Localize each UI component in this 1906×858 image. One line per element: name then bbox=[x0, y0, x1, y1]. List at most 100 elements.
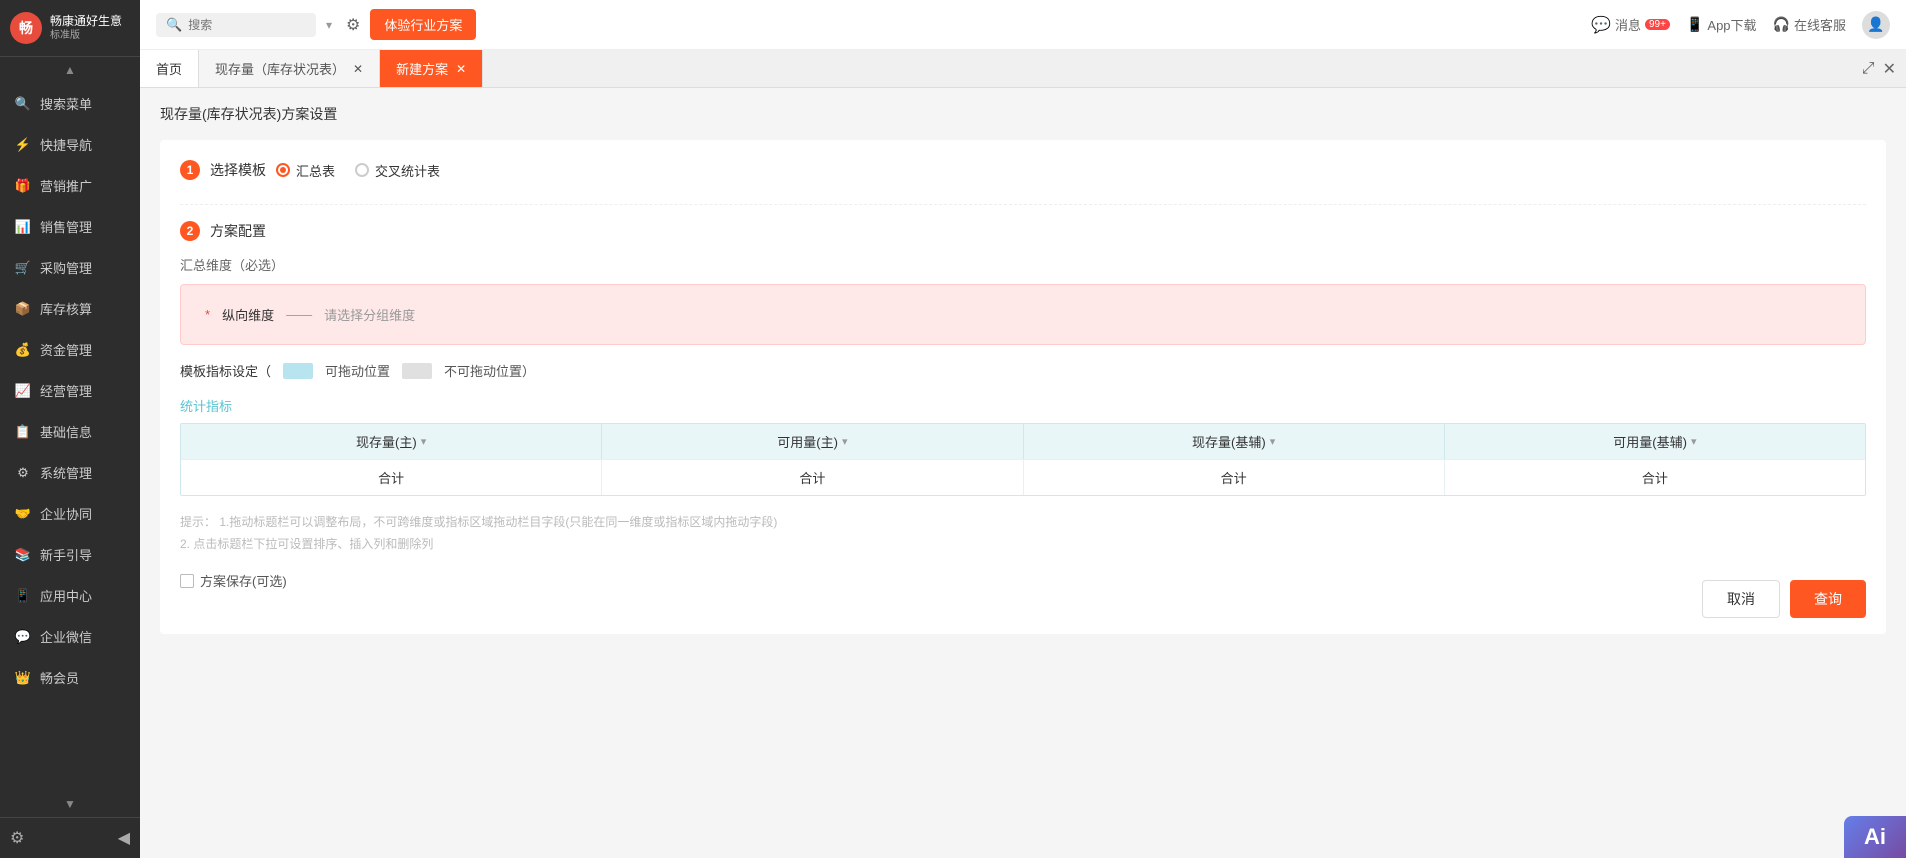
message-badge: 99+ bbox=[1645, 19, 1670, 30]
section2-title: 方案配置 bbox=[210, 221, 266, 241]
settings-icon[interactable]: ⚙ bbox=[10, 828, 24, 848]
dim-placeholder[interactable]: 请选择分组维度 bbox=[324, 305, 415, 324]
service-btn[interactable]: 🎧 在线客服 bbox=[1773, 15, 1846, 34]
radio-summary[interactable]: 汇总表 bbox=[276, 161, 335, 180]
stats-col-3[interactable]: 可用量(基辅) ▾ bbox=[1445, 424, 1865, 459]
col2-chevron-icon: ▾ bbox=[1270, 435, 1276, 448]
trial-btn[interactable]: 体验行业方案 bbox=[370, 9, 476, 40]
chevron-down-icon[interactable]: ▼ bbox=[64, 795, 76, 813]
vip-icon: 👑 bbox=[14, 669, 32, 687]
col1-chevron-icon: ▾ bbox=[842, 435, 848, 448]
sidebar-item-sales[interactable]: 📊 销售管理 bbox=[0, 206, 140, 247]
tab-home[interactable]: 首页 bbox=[140, 50, 199, 87]
required-mark: * bbox=[205, 307, 210, 322]
search-icon: 🔍 bbox=[14, 95, 32, 113]
tab-inventory-close-icon[interactable]: ✕ bbox=[353, 62, 363, 76]
app-icon: 📱 bbox=[1686, 16, 1703, 33]
section1-num: 1 bbox=[180, 160, 200, 180]
tab-inventory[interactable]: 现存量（库存状况表） ✕ bbox=[199, 50, 380, 87]
tab-new-plan-close-icon[interactable]: ✕ bbox=[456, 62, 466, 76]
section-template: 1 选择模板 汇总表 交叉统计表 bbox=[180, 160, 1866, 180]
tabbar: 首页 现存量（库存状况表） ✕ 新建方案 ✕ ⤢ ✕ bbox=[140, 50, 1906, 88]
logo-text: 畅康通好生意 标准版 bbox=[50, 14, 122, 43]
dim-label: 纵向维度 bbox=[222, 305, 274, 324]
col0-chevron-icon: ▾ bbox=[421, 435, 427, 448]
stats-header-row: 现存量(主) ▾ 可用量(主) ▾ 现存量(基辅) ▾ bbox=[181, 424, 1865, 459]
sidebar-item-shortcut[interactable]: ⚡ 快捷导航 bbox=[0, 124, 140, 165]
expand-icon[interactable]: ⤢ bbox=[1862, 60, 1875, 78]
stats-data-1: 合计 bbox=[602, 460, 1023, 495]
sidebar-item-finance[interactable]: 💰 资金管理 bbox=[0, 329, 140, 370]
cancel-button[interactable]: 取消 bbox=[1702, 580, 1780, 618]
app-download-btn[interactable]: 📱 App下载 bbox=[1686, 15, 1757, 34]
sidebar-item-guide[interactable]: 📚 新手引导 bbox=[0, 534, 140, 575]
sidebar-item-appstore[interactable]: 📱 应用中心 bbox=[0, 575, 140, 616]
user-avatar[interactable]: 👤 bbox=[1862, 11, 1890, 39]
search-bar[interactable]: 🔍 bbox=[156, 13, 316, 37]
system-icon: ⚙ bbox=[14, 464, 32, 482]
template-radio-group: 汇总表 交叉统计表 bbox=[276, 161, 440, 180]
sales-icon: 📊 bbox=[14, 218, 32, 236]
section-config: 2 方案配置 汇总维度（必选） * 纵向维度 —— 请选择分组维度 模板指标设定… bbox=[180, 221, 1866, 590]
sidebar-item-contract[interactable]: 🤝 企业协同 bbox=[0, 493, 140, 534]
service-icon: 🎧 bbox=[1773, 16, 1790, 33]
shortcut-icon: ⚡ bbox=[14, 136, 32, 154]
col3-chevron-icon: ▾ bbox=[1691, 435, 1697, 448]
contract-icon: 🤝 bbox=[14, 505, 32, 523]
stats-data-0: 合计 bbox=[181, 460, 602, 495]
stats-data-row: 合计 合计 合计 合计 bbox=[181, 459, 1865, 495]
message-icon: 💬 bbox=[1591, 15, 1611, 35]
topbar-right: 💬 消息 99+ 📱 App下载 🎧 在线客服 👤 bbox=[1591, 11, 1890, 39]
radio-cross[interactable]: 交叉统计表 bbox=[355, 161, 440, 180]
radio-cross-circle bbox=[355, 163, 369, 177]
topbar-gear-icon[interactable]: ⚙ bbox=[346, 15, 360, 35]
save-plan-label: 方案保存(可选) bbox=[200, 571, 287, 590]
sidebar-item-system[interactable]: ⚙ 系统管理 bbox=[0, 452, 140, 493]
tips-2: 2. 点击标题栏下拉可设置排序、插入列和删除列 bbox=[180, 534, 1866, 556]
section1-title: 选择模板 bbox=[210, 160, 266, 180]
sidebar-item-inventory[interactable]: 📦 库存核算 bbox=[0, 288, 140, 329]
sidebar-item-operation[interactable]: 📈 经营管理 bbox=[0, 370, 140, 411]
search-chevron-icon[interactable]: ▾ bbox=[326, 18, 332, 32]
tab-expand: ⤢ ✕ bbox=[1852, 59, 1906, 79]
stats-section: 统计指标 现存量(主) ▾ 可用量(主) ▾ bbox=[180, 396, 1866, 496]
sidebar-item-vip[interactable]: 👑 畅会员 bbox=[0, 657, 140, 698]
close-panel-icon[interactable]: ✕ bbox=[1883, 59, 1896, 79]
purchase-icon: 🛒 bbox=[14, 259, 32, 277]
tab-new-plan[interactable]: 新建方案 ✕ bbox=[380, 50, 483, 87]
sidebar-bottom: ⚙ ◀ bbox=[0, 817, 140, 858]
tips-title: 提示： 1.拖动标题栏可以调整布局，不可跨维度或指标区域拖动栏目字段(只能在同一… bbox=[180, 512, 1866, 534]
scroll-down-btn[interactable]: ▼ bbox=[0, 791, 140, 817]
sidebar-item-wechat[interactable]: 💬 企业微信 bbox=[0, 616, 140, 657]
stats-col-1[interactable]: 可用量(主) ▾ bbox=[602, 424, 1023, 459]
stats-label: 统计指标 bbox=[180, 396, 1866, 415]
stats-col-2[interactable]: 现存量(基辅) ▾ bbox=[1024, 424, 1445, 459]
sidebar: 畅 畅康通好生意 标准版 ▲ 🔍 搜索菜单 ⚡ 快捷导航 🎁 营销推广 📊 销售… bbox=[0, 0, 140, 858]
stats-col-0[interactable]: 现存量(主) ▾ bbox=[181, 424, 602, 459]
search-input[interactable] bbox=[188, 18, 288, 32]
appstore-icon: 📱 bbox=[14, 587, 32, 605]
ai-badge[interactable]: Ai bbox=[1844, 816, 1906, 858]
section2-header: 2 方案配置 bbox=[180, 221, 1866, 241]
marketing-icon: 🎁 bbox=[14, 177, 32, 195]
sidebar-item-basic[interactable]: 📋 基础信息 bbox=[0, 411, 140, 452]
wechat-icon: 💬 bbox=[14, 628, 32, 646]
sidebar-item-marketing[interactable]: 🎁 营销推广 bbox=[0, 165, 140, 206]
dim-dash: —— bbox=[286, 307, 312, 322]
save-plan-row: 方案保存(可选) bbox=[180, 571, 1866, 590]
query-button[interactable]: 查询 bbox=[1790, 580, 1866, 618]
message-btn[interactable]: 💬 消息 99+ bbox=[1591, 15, 1670, 35]
content-area: 现存量(库存状况表)方案设置 1 选择模板 汇总表 bbox=[140, 88, 1906, 858]
template-setting-row: 模板指标设定（ 可拖动位置 不可拖动位置） bbox=[180, 361, 1866, 380]
chevron-up-icon[interactable]: ▲ bbox=[64, 61, 76, 79]
sidebar-item-purchase[interactable]: 🛒 采购管理 bbox=[0, 247, 140, 288]
footer-buttons: 取消 查询 bbox=[1702, 580, 1866, 618]
sidebar-item-search[interactable]: 🔍 搜索菜单 bbox=[0, 83, 140, 124]
save-plan-checkbox[interactable] bbox=[180, 574, 194, 588]
stats-table: 现存量(主) ▾ 可用量(主) ▾ 现存量(基辅) ▾ bbox=[180, 423, 1866, 496]
avatar-icon: 👤 bbox=[1867, 16, 1884, 33]
scroll-up-btn[interactable]: ▲ bbox=[0, 57, 140, 83]
collapse-icon[interactable]: ◀ bbox=[118, 828, 130, 848]
search-icon-top: 🔍 bbox=[166, 17, 182, 33]
tips-area: 提示： 1.拖动标题栏可以调整布局，不可跨维度或指标区域拖动栏目字段(只能在同一… bbox=[180, 512, 1866, 555]
